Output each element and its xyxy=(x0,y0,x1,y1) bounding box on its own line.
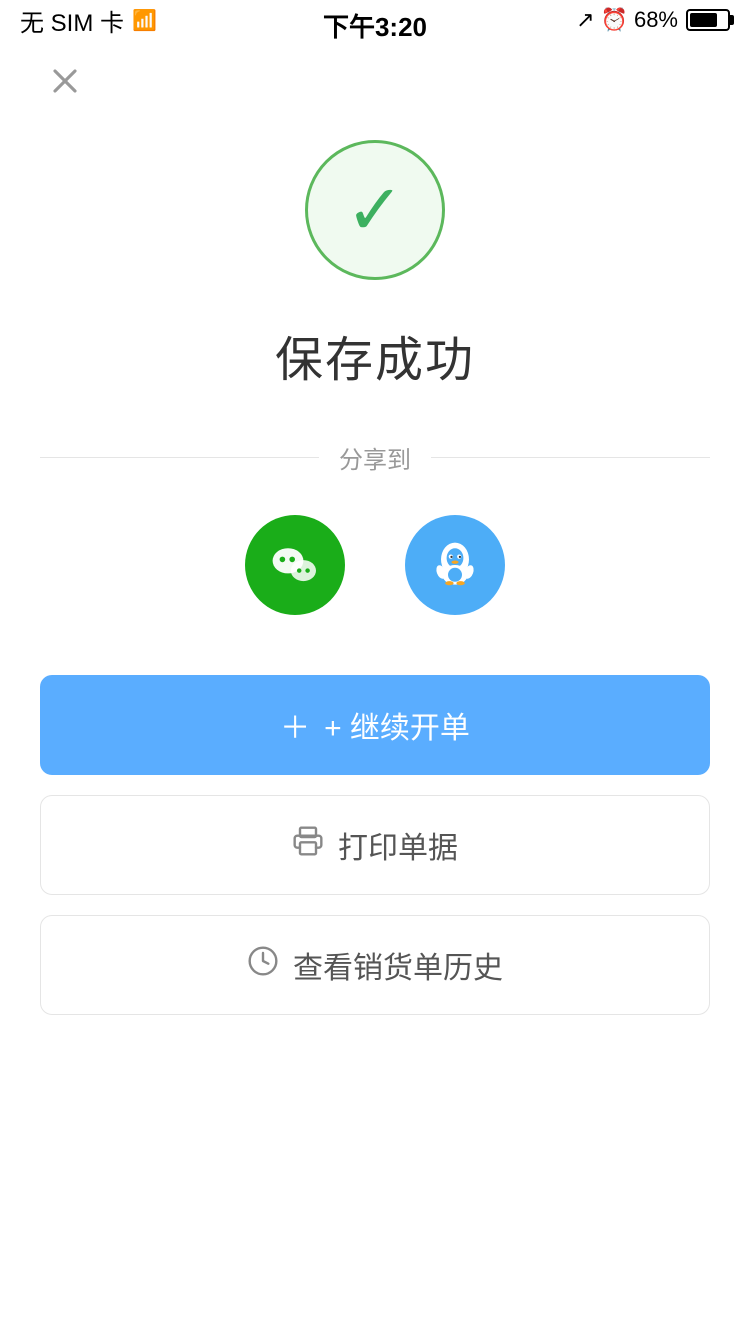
close-icon xyxy=(50,66,80,96)
main-content: ✓ 保存成功 分享到 xyxy=(0,40,750,1015)
location-icon: ↗ xyxy=(576,7,594,33)
status-bar: 无 SIM 卡 📶 下午3:20 ↗ ⏰ 68% xyxy=(0,0,750,40)
action-buttons: ＋ + 继续开单 打印单据 查看销货单历史 xyxy=(40,675,710,1015)
qq-icon xyxy=(427,537,483,593)
battery-text: 68% xyxy=(634,7,678,33)
divider-left xyxy=(40,457,319,458)
share-divider: 分享到 xyxy=(40,440,710,475)
print-label: 打印单据 xyxy=(338,823,458,867)
history-button[interactable]: 查看销货单历史 xyxy=(40,915,710,1015)
share-qq-button[interactable] xyxy=(405,515,505,615)
battery-icon xyxy=(686,9,730,31)
share-wechat-button[interactable] xyxy=(245,515,345,615)
printer-icon xyxy=(292,825,324,865)
wifi-icon: 📶 xyxy=(132,8,157,33)
share-icons-row xyxy=(245,515,505,615)
status-left: 无 SIM 卡 📶 xyxy=(20,3,157,38)
status-time: 下午3:20 xyxy=(323,7,427,44)
wechat-icon xyxy=(267,537,323,593)
divider-right xyxy=(431,457,710,458)
no-sim-text: 无 SIM 卡 xyxy=(20,3,124,38)
print-button[interactable]: 打印单据 xyxy=(40,795,710,895)
history-label: 查看销货单历史 xyxy=(293,943,503,987)
success-circle: ✓ xyxy=(305,140,445,280)
alarm-icon: ⏰ xyxy=(601,7,628,33)
plus-icon: ＋ xyxy=(280,703,310,747)
share-label: 分享到 xyxy=(339,440,411,475)
continue-button[interactable]: ＋ + 继续开单 xyxy=(40,675,710,775)
success-title: 保存成功 xyxy=(275,320,475,390)
close-button[interactable] xyxy=(40,56,90,106)
status-right: ↗ ⏰ 68% xyxy=(576,7,730,33)
clock-icon xyxy=(247,945,279,985)
continue-label: + 继续开单 xyxy=(324,703,470,747)
checkmark-icon: ✓ xyxy=(346,175,405,245)
